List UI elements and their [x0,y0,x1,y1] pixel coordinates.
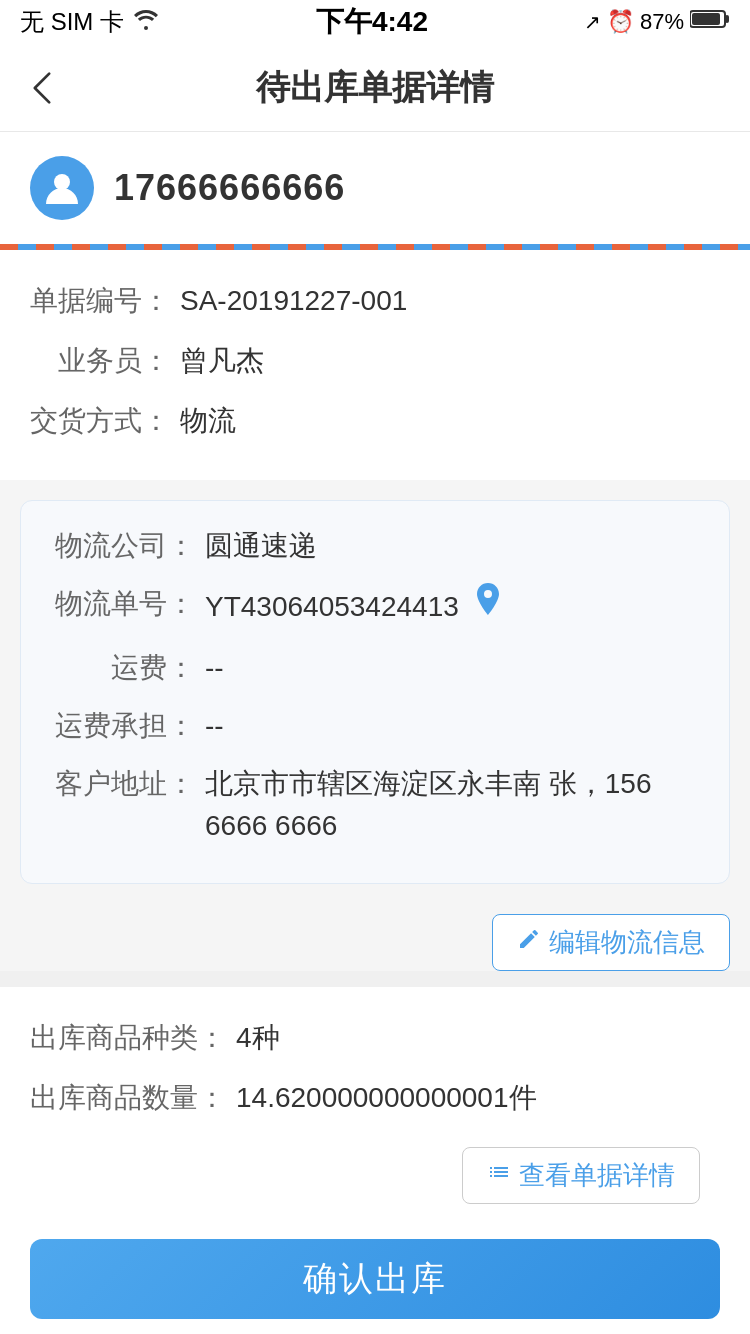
customer-phone: 17666666666 [114,167,345,209]
order-info-section: 单据编号： SA-20191227-001 业务员： 曾凡杰 交货方式： 物流 [0,250,750,480]
nav-bar: 待出库单据详情 [0,44,750,132]
status-right: ↗ ⏰ 87% [584,9,730,35]
goods-type-label: 出库商品种类： [30,1017,226,1059]
view-detail-btn-container: 查看单据详情 [30,1137,720,1204]
list-icon [487,1160,511,1191]
battery-label: 87% [640,9,684,35]
freight-value: -- [195,647,705,689]
goods-quantity-label: 出库商品数量： [30,1077,226,1119]
freight-label: 运费： [45,647,195,689]
section-divider [0,971,750,987]
goods-section: 出库商品种类： 4种 出库商品数量： 14.620000000000001件 查… [0,987,750,1224]
tracking-number-value-container: YT43064053424413 [195,583,705,631]
view-detail-label: 查看单据详情 [519,1158,675,1193]
tracking-number-text: YT43064053424413 [205,586,459,628]
edit-icon [517,927,541,958]
address-row: 客户地址： 北京市市辖区海淀区永丰南 张，156 6666 6666 [45,763,705,847]
battery-icon [690,9,730,35]
freight-row: 运费： -- [45,647,705,689]
sales-person-value: 曾凡杰 [170,340,720,382]
bottom-bar: 确认出库 [0,1224,750,1334]
delivery-method-value: 物流 [170,400,720,442]
confirm-outbound-button[interactable]: 确认出库 [30,1239,720,1319]
carrier-label: 无 SIM 卡 [20,6,124,38]
goods-quantity-row: 出库商品数量： 14.620000000000001件 [30,1077,720,1119]
status-time: 下午4:42 [316,3,428,41]
sales-person-label: 业务员： [30,340,170,382]
svg-rect-1 [725,15,729,23]
order-number-label: 单据编号： [30,280,170,322]
avatar [30,156,94,220]
goods-type-value: 4种 [226,1017,720,1059]
edit-logistics-label: 编辑物流信息 [549,925,705,960]
svg-rect-2 [692,13,720,25]
alarm-icon: ⏰ [607,9,634,35]
wifi-icon [132,8,160,36]
address-value: 北京市市辖区海淀区永丰南 张，156 6666 6666 [195,763,705,847]
view-detail-button[interactable]: 查看单据详情 [462,1147,700,1204]
status-left: 无 SIM 卡 [20,6,160,38]
tracking-number-label: 物流单号： [45,583,195,625]
delivery-method-row: 交货方式： 物流 [30,400,720,442]
logistics-company-row: 物流公司： 圆通速递 [45,525,705,567]
freight-bearer-row: 运费承担： -- [45,705,705,747]
sales-person-row: 业务员： 曾凡杰 [30,340,720,382]
freight-bearer-label: 运费承担： [45,705,195,747]
page-title: 待出库单据详情 [256,65,494,111]
order-number-value: SA-20191227-001 [170,280,720,322]
logistics-company-label: 物流公司： [45,525,195,567]
delivery-method-label: 交货方式： [30,400,170,442]
customer-section: 17666666666 [0,132,750,244]
logistics-company-value: 圆通速递 [195,525,705,567]
address-label: 客户地址： [45,763,195,805]
content-area: 17666666666 单据编号： SA-20191227-001 业务员： 曾… [0,132,750,1334]
back-button[interactable] [30,70,54,106]
location-status-icon: ↗ [584,10,601,34]
goods-type-row: 出库商品种类： 4种 [30,1017,720,1059]
order-number-row: 单据编号： SA-20191227-001 [30,280,720,322]
map-location-icon[interactable] [473,583,503,631]
logistics-card: 物流公司： 圆通速递 物流单号： YT43064053424413 运费： --… [20,500,730,884]
freight-bearer-value: -- [195,705,705,747]
edit-logistics-btn-container: 编辑物流信息 [0,904,750,971]
goods-quantity-value: 14.620000000000001件 [226,1077,720,1119]
tracking-number-row: 物流单号： YT43064053424413 [45,583,705,631]
svg-point-3 [54,174,70,190]
edit-logistics-button[interactable]: 编辑物流信息 [492,914,730,971]
status-bar: 无 SIM 卡 下午4:42 ↗ ⏰ 87% [0,0,750,44]
